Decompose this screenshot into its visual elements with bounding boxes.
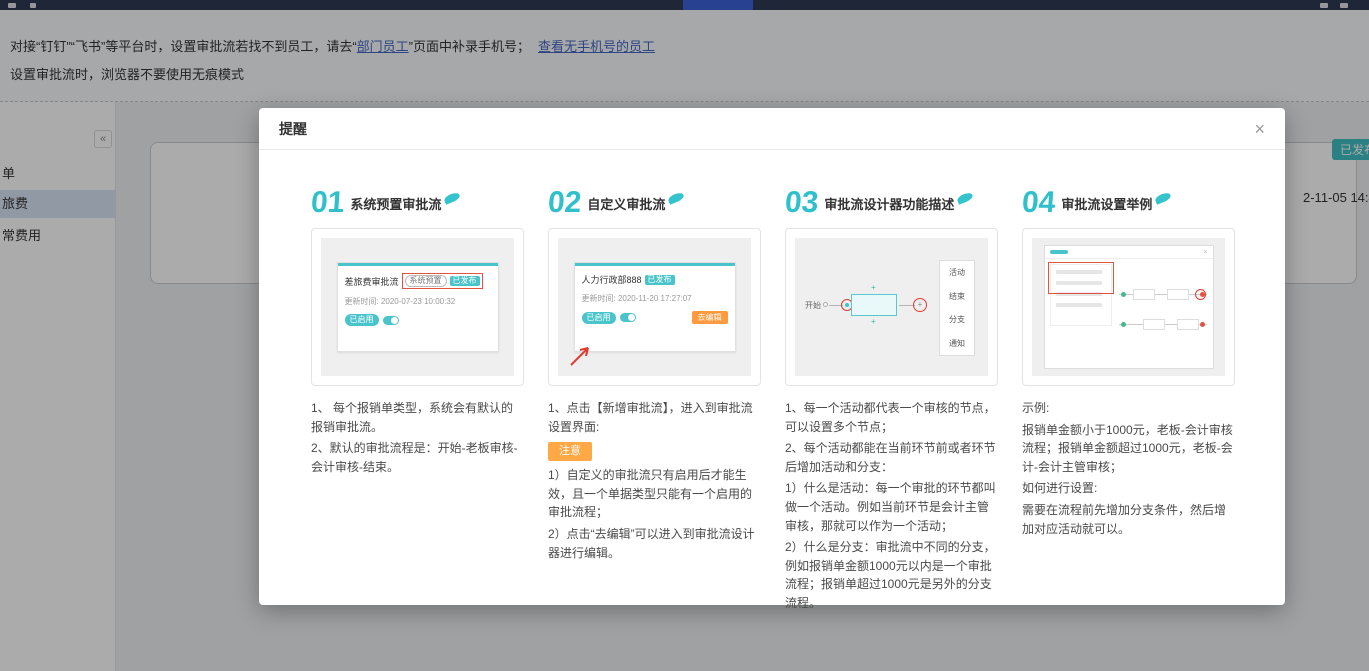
flow-node xyxy=(1132,289,1155,300)
step-4-card: × xyxy=(1022,228,1235,386)
teal-swoosh-icon xyxy=(1154,191,1173,205)
edit-button: 去编辑 xyxy=(691,311,728,324)
mini-flow-area xyxy=(1118,276,1207,346)
menu-item-notify: 通知 xyxy=(949,338,965,348)
step-3-designer-features: 03 审批流设计器功能描述 开始 + + + 活动 结束 分支 通知 1、每一个… xyxy=(783,182,998,616)
step-4-title: 审批流设置举例 xyxy=(1061,197,1153,212)
step-3-title: 审批流设计器功能描述 xyxy=(824,197,955,212)
red-circle-highlight: + xyxy=(913,298,927,312)
add-node-icon: + xyxy=(871,283,876,292)
mini-card-title: 人力行政部888 xyxy=(581,275,642,285)
mini-title-bar-accent xyxy=(1049,250,1068,254)
menu-item-activity: 活动 xyxy=(949,268,965,278)
mini-flow-card: 人力行政部888 已发布 更新时间: 2020-11-20 17:27:07 已… xyxy=(573,262,736,352)
designer-mini-window: × xyxy=(1043,245,1214,369)
published-tag: 已发布 xyxy=(449,276,480,286)
mini-flow-card: 差旅费审批流 系统预置 已发布 更新时间: 2020-07-23 10:00:3… xyxy=(336,262,499,352)
flow-start-label: 开始 xyxy=(805,301,821,310)
red-arrow-icon xyxy=(570,347,589,366)
red-highlight-box: 系统预置 已发布 xyxy=(401,273,483,289)
mini-update-time: 更新时间: 2020-11-20 17:27:07 xyxy=(581,294,692,303)
node-menu-panel: 活动 结束 分支 通知 xyxy=(939,260,975,356)
step-2-title: 自定义审批流 xyxy=(587,197,666,212)
step-3-header: 03 审批流设计器功能描述 xyxy=(783,182,998,219)
step-1-thumbnail: 差旅费审批流 系统预置 已发布 更新时间: 2020-07-23 10:00:3… xyxy=(321,238,514,376)
flow-node xyxy=(1142,319,1165,330)
flow-node xyxy=(1176,319,1199,330)
step-3-description: 1、每一个活动都代表一个审核的节点，可以设置多个节点； 2、每个活动都能在当前环… xyxy=(785,399,998,613)
step-4-header: 04 审批流设置举例 xyxy=(1020,182,1235,219)
step-4-example-label: 示例: xyxy=(1022,401,1050,415)
step-3-point-4: 2）什么是分支：审批流中不同的分支，例如报销单金额1000元以内是一个审批流程；… xyxy=(785,540,996,610)
close-icon[interactable]: × xyxy=(1254,120,1265,138)
step-3-point-2: 2、每个活动都能在当前环节前或者环节后增加活动和分支： xyxy=(785,441,996,474)
step-1-point-2: 2、默认的审批流程是：开始-老板审核-会计审核-结束。 xyxy=(311,441,518,474)
step-2-header: 02 自定义审批流 xyxy=(546,182,761,219)
step-2-card: 人力行政部888 已发布 更新时间: 2020-11-20 17:27:07 已… xyxy=(548,228,761,386)
step-4-number: 04 xyxy=(1020,186,1057,219)
step-3-point-1: 1、每一个活动都代表一个审核的节点，可以设置多个节点； xyxy=(785,401,996,434)
step-1-preset-flow: 01 系统预置审批流 差旅费审批流 系统预置 已发布 更新时间: 2020-07… xyxy=(309,182,524,616)
enabled-toggle xyxy=(382,315,399,325)
teal-swoosh-icon xyxy=(956,191,975,205)
dialog-body: 01 系统预置审批流 差旅费审批流 系统预置 已发布 更新时间: 2020-07… xyxy=(259,150,1285,616)
teal-swoosh-icon xyxy=(443,191,462,205)
step-4-howto-label: 如何进行设置: xyxy=(1022,481,1098,496)
enabled-tag: 已启用 xyxy=(581,311,616,324)
dialog-title: 提醒 xyxy=(279,120,307,137)
mini-close-icon: × xyxy=(1203,248,1208,256)
flow-start-dot xyxy=(1120,322,1126,327)
step-4-example-text: 报销单金额小于1000元，老板-会计审核流程；报销单金额超过1000元，老板-会… xyxy=(1022,422,1233,474)
menu-item-end: 结束 xyxy=(949,291,965,301)
step-2-number: 02 xyxy=(546,186,583,219)
published-tag: 已发布 xyxy=(644,274,675,285)
step-3-card: 开始 + + + 活动 结束 分支 通知 xyxy=(785,228,998,386)
step-2-point-1: 1）自定义的审批流只有启用后才能生效，且一个单据类型只能有一个启用的审批流程； xyxy=(548,468,753,520)
dialog-header: 提醒 × xyxy=(259,108,1285,150)
activity-node xyxy=(851,294,897,316)
step-2-custom-flow: 02 自定义审批流 人力行政部888 已发布 更新时间: 2020-11-20 … xyxy=(546,182,761,616)
add-node-icon: + xyxy=(871,317,876,326)
step-4-thumbnail: × xyxy=(1032,238,1225,376)
note-badge: 注意 xyxy=(548,442,592,462)
preset-tag: 系统预置 xyxy=(404,275,447,287)
flow-end-dot xyxy=(1199,322,1205,327)
red-highlight-rect xyxy=(1047,262,1114,294)
enabled-tag: 已启用 xyxy=(344,314,379,326)
step-1-title: 系统预置审批流 xyxy=(350,197,442,212)
step-2-intro: 1、点击【新增审批流】，进入到审批流设置界面: xyxy=(548,401,753,434)
reminder-dialog: 提醒 × 01 系统预置审批流 差旅费审批流 系统预置 已发布 更新时间: 20… xyxy=(259,108,1285,610)
mini-update-time: 更新时间: 2020-07-23 10:00:32 xyxy=(344,297,456,306)
step-1-description: 1、 每个报销单类型，系统会有默认的报销审批流。 2、默认的审批流程是：开始-老… xyxy=(311,399,524,476)
step-2-description: 1、点击【新增审批流】，进入到审批流设置界面: 注意 1）自定义的审批流只有启用… xyxy=(548,399,761,562)
step-4-description: 示例: 报销单金额小于1000元，老板-会计审核流程；报销单金额超过1000元，… xyxy=(1022,399,1235,538)
step-4-howto-text: 需要在流程前先增加分支条件，然后增加对应活动就可以。 xyxy=(1022,502,1227,536)
step-3-point-3: 1）什么是活动：每一个审批的环节都叫做一个活动。例如当前环节是会计主管审核，那就… xyxy=(785,481,996,533)
flow-start-dot xyxy=(1120,292,1126,297)
teal-swoosh-icon xyxy=(667,191,686,205)
step-1-number: 01 xyxy=(309,186,346,219)
form-field-bar xyxy=(1055,303,1102,307)
mini-window-titlebar: × xyxy=(1044,246,1213,259)
flow-start-node xyxy=(823,302,828,307)
enabled-toggle xyxy=(619,313,636,322)
step-4-setup-example: 04 审批流设置举例 × 示例: 报销单金额小于1000元，老板-会计审核流程；… xyxy=(1020,182,1235,616)
mini-card-title: 差旅费审批流 xyxy=(344,276,399,287)
step-2-thumbnail: 人力行政部888 已发布 更新时间: 2020-11-20 17:27:07 已… xyxy=(558,238,751,376)
menu-item-branch: 分支 xyxy=(949,315,965,325)
step-3-thumbnail: 开始 + + + 活动 结束 分支 通知 xyxy=(795,238,988,376)
flow-node xyxy=(1166,289,1189,300)
step-2-point-2: 2）点击“去编辑”可以进入到审批流设计器进行编辑。 xyxy=(548,527,755,560)
step-3-number: 03 xyxy=(783,186,820,219)
step-1-card: 差旅费审批流 系统预置 已发布 更新时间: 2020-07-23 10:00:3… xyxy=(311,228,524,386)
step-1-header: 01 系统预置审批流 xyxy=(309,182,524,219)
step-1-point-1: 1、 每个报销单类型，系统会有默认的报销审批流。 xyxy=(311,401,514,434)
flow-end-dot xyxy=(1199,292,1205,297)
